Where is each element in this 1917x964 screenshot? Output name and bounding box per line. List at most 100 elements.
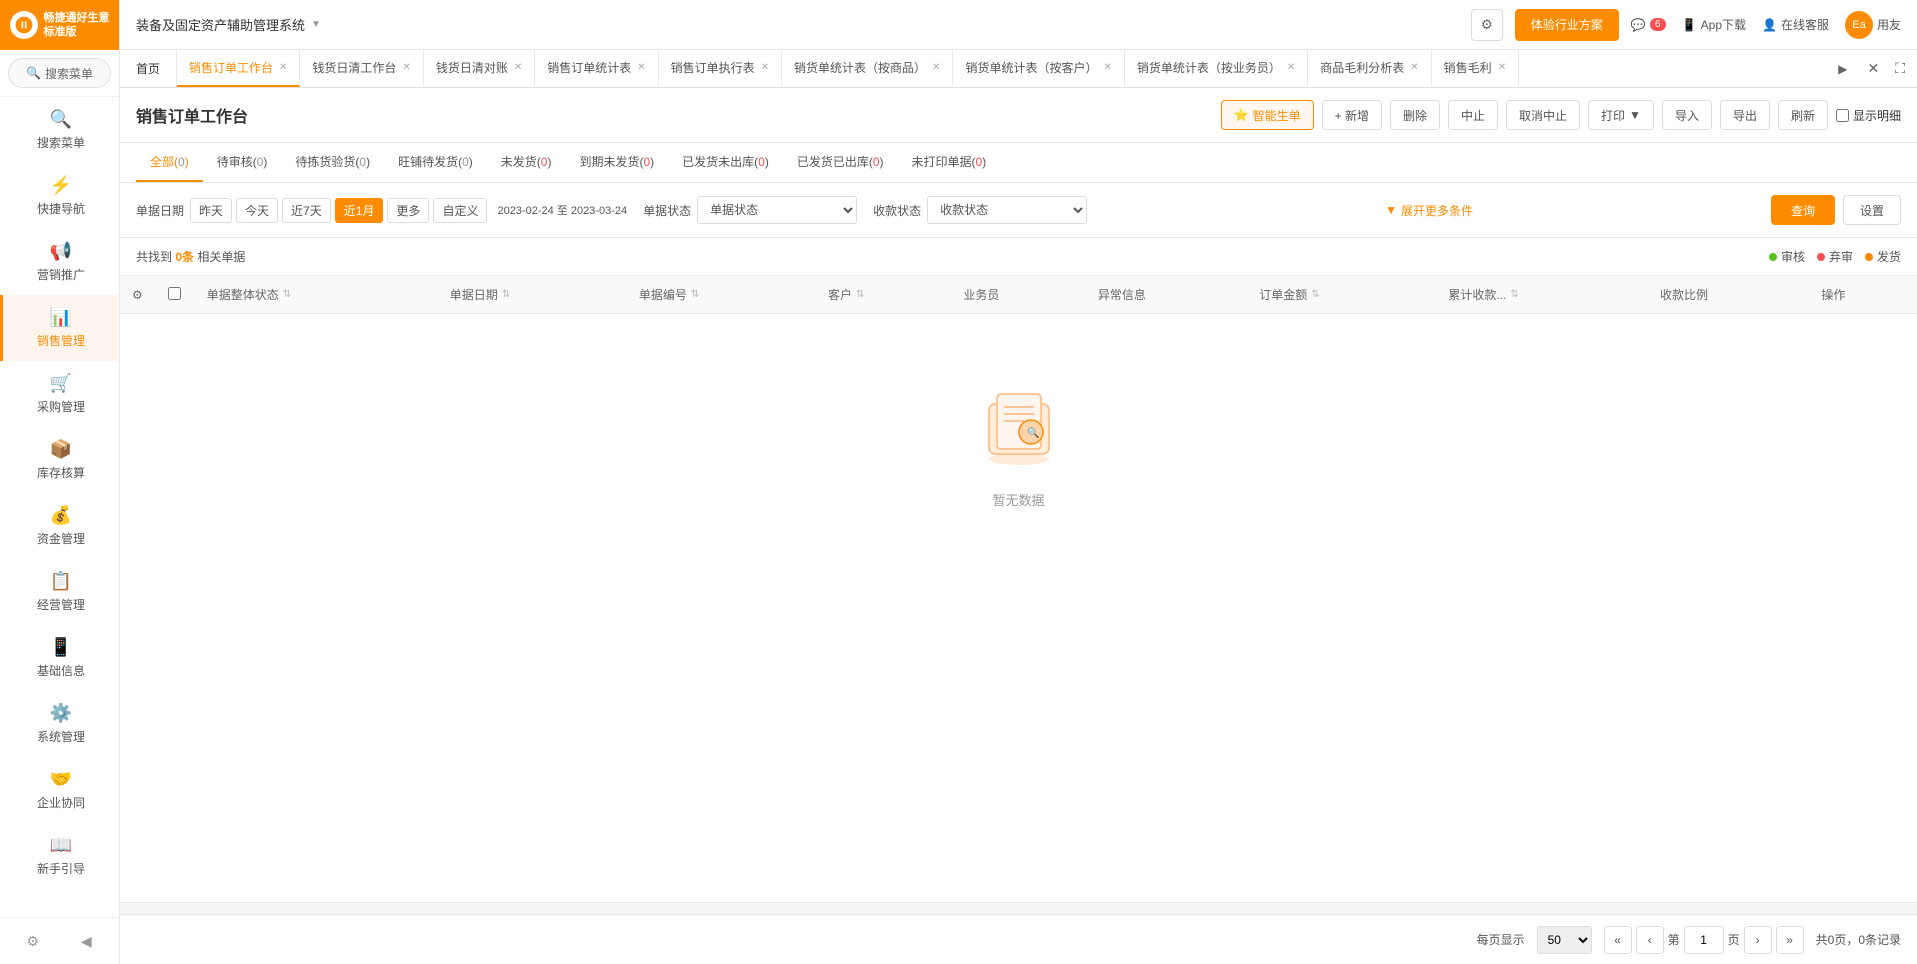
sidebar-item-sales[interactable]: 📊销售管理: [0, 295, 119, 361]
prev-page-button[interactable]: ‹: [1636, 926, 1664, 954]
date-btn-custom[interactable]: 自定义: [433, 198, 487, 223]
filter-tab-shipped-out[interactable]: 已发货已出库(0): [783, 143, 898, 182]
filter-tab-count-shipped-not-out: 0: [758, 155, 765, 169]
filter-search-button[interactable]: 查询: [1771, 195, 1835, 225]
tab-close-sales-summary-product[interactable]: ✕: [932, 62, 940, 73]
tab-sales-workbench[interactable]: 销售订单工作台✕: [177, 50, 300, 87]
date-btn-yesterday[interactable]: 昨天: [190, 198, 232, 223]
filter-expand-button[interactable]: ▼ 展开更多条件: [1385, 202, 1473, 219]
filter-tab-pending-review[interactable]: 待审核(0): [203, 143, 282, 182]
delete-button[interactable]: 删除: [1390, 100, 1440, 130]
filter-tab-pending-inspect[interactable]: 待拣货验货(0): [281, 143, 384, 182]
industry-solution-button[interactable]: 体验行业方案: [1515, 9, 1619, 41]
bulk-review-button[interactable]: 审核: [1769, 248, 1805, 265]
tab-home[interactable]: 首页: [120, 50, 177, 87]
tab-product-margin[interactable]: 商品毛利分析表✕: [1308, 50, 1431, 87]
date-btn-7days[interactable]: 近7天: [282, 198, 331, 223]
col-collected-sortable[interactable]: 累计收款...⇅: [1448, 286, 1636, 303]
tab-cash-reconcile[interactable]: 钱货日清对账✕: [424, 50, 535, 87]
sort-icon-customer: ⇅: [856, 289, 864, 300]
search-icon: 🔍: [26, 66, 41, 80]
col-settings[interactable]: ⚙: [120, 276, 155, 314]
stop-button[interactable]: 中止: [1448, 100, 1498, 130]
horizontal-scrollbar[interactable]: [120, 902, 1917, 914]
tab-restore-button[interactable]: ⛶: [1891, 58, 1909, 79]
tab-more-button[interactable]: ▶: [1830, 50, 1855, 87]
show-detail-checkbox-label[interactable]: 显示明细: [1836, 107, 1901, 124]
sidebar-item-search[interactable]: 🔍搜索菜单: [0, 97, 119, 163]
col-amount-sortable[interactable]: 订单金额⇅: [1259, 286, 1424, 303]
bulk-cancel-button[interactable]: 弃审: [1817, 248, 1853, 265]
filter-tab-wangpu-pending[interactable]: 旺铺待发货(0): [384, 143, 487, 182]
refresh-button[interactable]: 刷新: [1778, 100, 1828, 130]
import-button[interactable]: 导入: [1662, 100, 1712, 130]
sales-nav-icon: 📊: [50, 307, 72, 328]
bulk-ship-button[interactable]: 发货: [1865, 248, 1901, 265]
tab-close-sales-workbench[interactable]: ✕: [279, 62, 287, 73]
col-customer-sortable[interactable]: 客户⇅: [828, 286, 939, 303]
sidebar-item-purchase[interactable]: 🛒采购管理: [0, 361, 119, 427]
collapse-sidebar-button[interactable]: ◀: [62, 926, 112, 956]
sidebar-item-operations[interactable]: 📋经营管理: [0, 559, 119, 625]
date-btn-more[interactable]: 更多: [387, 198, 429, 223]
filter-setting-button[interactable]: 设置: [1843, 195, 1901, 225]
filter-tab-all[interactable]: 全部(0): [136, 143, 203, 182]
sidebar-item-quick-nav[interactable]: ⚡快捷导航: [0, 163, 119, 229]
message-button[interactable]: 💬 6: [1631, 18, 1666, 32]
tab-close-sales-summary-customer[interactable]: ✕: [1103, 62, 1111, 73]
show-detail-checkbox[interactable]: [1836, 109, 1849, 122]
settings-icon-button[interactable]: ⚙: [8, 926, 58, 956]
topbar-settings-button[interactable]: ⚙: [1471, 9, 1503, 41]
tab-close-sales-stats[interactable]: ✕: [637, 62, 645, 73]
tab-sales-summary-staff[interactable]: 销货单统计表（按业务员）✕: [1125, 50, 1308, 87]
smart-create-button[interactable]: ⭐ 智能生单: [1221, 100, 1314, 130]
tab-sales-stats[interactable]: 销售订单统计表✕: [535, 50, 658, 87]
finance-nav-icon: 💰: [50, 505, 72, 526]
select-all-checkbox[interactable]: [168, 287, 181, 300]
sidebar-item-finance[interactable]: 💰资金管理: [0, 493, 119, 559]
cancel-stop-button[interactable]: 取消中止: [1506, 100, 1580, 130]
sidebar-item-cooperation[interactable]: 🤝企业协同: [0, 757, 119, 823]
print-button[interactable]: 打印 ▼: [1588, 100, 1654, 130]
tab-close-sales-exec[interactable]: ✕: [761, 62, 769, 73]
sidebar-item-inventory[interactable]: 📦库存核算: [0, 427, 119, 493]
user-info[interactable]: Ea 用友: [1845, 11, 1901, 39]
col-number-sortable[interactable]: 单据编号⇅: [639, 286, 804, 303]
date-btn-today[interactable]: 今天: [236, 198, 278, 223]
col-status-sortable[interactable]: 单据整体状态⇅: [207, 286, 426, 303]
filter-tab-not-shipped[interactable]: 未发货(0): [487, 143, 566, 182]
col-date-sortable[interactable]: 单据日期⇅: [450, 286, 615, 303]
search-menu-button[interactable]: 🔍 搜索菜单: [8, 58, 111, 88]
tab-sales-summary-customer[interactable]: 销货单统计表（按客户）✕: [953, 50, 1124, 87]
user-avatar: Ea: [1845, 11, 1873, 39]
tab-cash-daily[interactable]: 钱货日清工作台✕: [300, 50, 423, 87]
page-number-input[interactable]: [1684, 926, 1724, 954]
online-service-button[interactable]: 👤 在线客服: [1762, 16, 1829, 33]
tab-sales-exec[interactable]: 销售订单执行表✕: [659, 50, 782, 87]
export-button[interactable]: 导出: [1720, 100, 1770, 130]
sidebar-item-guide[interactable]: 📖新手引导: [0, 823, 119, 889]
tab-close-all-button[interactable]: ✕: [1863, 58, 1883, 79]
filter-tab-shipped-not-out[interactable]: 已发货未出库(0): [668, 143, 783, 182]
tab-sales-summary-product[interactable]: 销货单统计表（按商品）✕: [782, 50, 953, 87]
next-page-button[interactable]: ›: [1744, 926, 1772, 954]
filter-tab-overdue-not-shipped[interactable]: 到期未发货(0): [565, 143, 668, 182]
sidebar-item-system[interactable]: ⚙️系统管理: [0, 691, 119, 757]
tab-close-sales-profit[interactable]: ✕: [1498, 62, 1506, 73]
filter-status-select[interactable]: 单据状态: [697, 196, 857, 224]
date-btn-1month[interactable]: 近1月: [335, 198, 384, 223]
last-page-button[interactable]: »: [1776, 926, 1804, 954]
tab-close-product-margin[interactable]: ✕: [1410, 62, 1418, 73]
filter-tab-not-printed[interactable]: 未打印单据(0): [898, 143, 1001, 182]
tab-close-sales-summary-staff[interactable]: ✕: [1287, 62, 1295, 73]
tab-close-cash-reconcile[interactable]: ✕: [514, 62, 522, 73]
first-page-button[interactable]: «: [1604, 926, 1632, 954]
app-download-button[interactable]: 📱 App下载: [1682, 16, 1746, 33]
sidebar-item-basic-info[interactable]: 📱基础信息: [0, 625, 119, 691]
sidebar-item-marketing[interactable]: 📢营销推广: [0, 229, 119, 295]
filter-payment-select[interactable]: 收款状态: [927, 196, 1087, 224]
page-size-select[interactable]: 50 10 20 100: [1537, 926, 1592, 954]
tab-sales-profit[interactable]: 销售毛利✕: [1432, 50, 1519, 87]
tab-close-cash-daily[interactable]: ✕: [402, 62, 410, 73]
add-button[interactable]: + 新增: [1322, 100, 1382, 130]
